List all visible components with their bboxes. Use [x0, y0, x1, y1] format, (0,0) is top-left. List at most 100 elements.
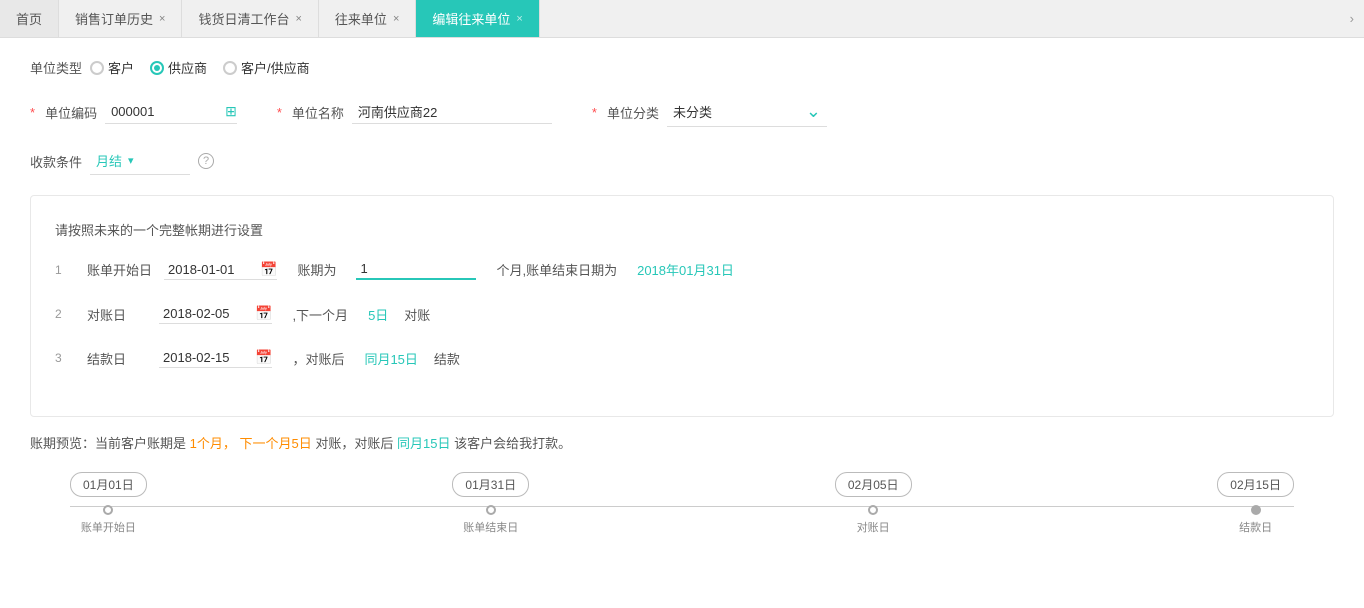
required-star-code: *	[30, 105, 35, 120]
unit-name-group: * 单位名称	[277, 100, 552, 124]
timeline-nodes: 01月01日 账单开始日 01月31日 账单结束日 02月05日 对账日 02月…	[70, 472, 1294, 535]
timeline-badge-1: 01月01日	[70, 472, 147, 497]
payment-suffix-post: 结款	[434, 349, 460, 368]
payment-date-field[interactable]	[159, 348, 249, 367]
payment-date-calendar-icon[interactable]: 📅	[255, 349, 272, 366]
unit-category-group: * 单位分类 未分类 ⌄	[592, 97, 827, 127]
preview-end: 该客户会给我打款。	[454, 436, 571, 451]
period-end-date: 2018年01月31日	[637, 260, 734, 279]
timeline-container: 01月01日 账单开始日 01月31日 账单结束日 02月05日 对账日 02月…	[30, 472, 1334, 535]
period-value-input[interactable]	[356, 259, 476, 280]
unit-type-label: 单位类型	[30, 58, 82, 77]
timeline-node-3: 02月05日 对账日	[835, 472, 912, 535]
payment-day: 同月15日	[364, 349, 417, 368]
unit-type-group: 单位类型 客户 供应商 客户/供应商	[30, 58, 310, 77]
tab-home[interactable]: 首页	[0, 0, 59, 37]
unit-type-row: 单位类型 客户 供应商 客户/供应商	[30, 58, 1334, 77]
payment-select[interactable]: 月结 ▾	[90, 147, 190, 175]
period-month-label: 个月,账单结束日期为	[496, 260, 617, 279]
row-num-1: 1	[55, 263, 75, 277]
unit-code-input-wrap: ⊞	[105, 100, 237, 124]
setting-row-1: 1 账单开始日 📅 账期为 个月,账单结束日期为 2018年01月31日	[55, 259, 1309, 280]
timeline-badge-2: 01月31日	[452, 472, 529, 497]
row-label-2: 对账日	[87, 305, 147, 324]
reconcile-suffix-pre: ,下一个月	[292, 305, 348, 324]
timeline-dot-1	[103, 505, 113, 515]
payment-dropdown-arrow: ▾	[128, 154, 134, 167]
preview-payment: 同月15日	[397, 436, 450, 451]
unit-category-dropdown[interactable]: 未分类 ⌄	[667, 97, 827, 127]
radio-both[interactable]: 客户/供应商	[223, 58, 310, 77]
timeline-node-4: 02月15日 结款日	[1217, 472, 1294, 535]
timeline-node-1: 01月01日 账单开始日	[70, 472, 147, 535]
tab-sales-history[interactable]: 销售订单历史 ×	[59, 0, 182, 37]
timeline-dot-4	[1251, 505, 1261, 515]
tab-bar: 首页 销售订单历史 × 钱货日清工作台 × 往来单位 × 编辑往来单位 × ›	[0, 0, 1364, 38]
start-date-calendar-icon[interactable]: 📅	[260, 261, 277, 278]
radio-circle-both	[223, 61, 237, 75]
reconcile-day: 5日	[368, 305, 388, 324]
radio-circle-supplier	[150, 61, 164, 75]
payment-group: 收款条件 月结 ▾ ?	[30, 147, 214, 175]
card-title: 请按照未来的一个完整帐期进行设置	[55, 220, 1309, 239]
unit-code-input[interactable]	[105, 100, 225, 123]
tab-unit-list[interactable]: 往来单位 ×	[319, 0, 416, 37]
payment-suffix-pre: ，对账后	[292, 349, 344, 368]
tab-close-sales-history[interactable]: ×	[159, 13, 165, 25]
unit-name-label: 单位名称	[292, 103, 344, 122]
period-for-label: 账期为	[297, 260, 336, 279]
unit-code-label: 单位编码	[45, 103, 97, 122]
timeline-dot-3	[868, 505, 878, 515]
payment-row: 收款条件 月结 ▾ ?	[30, 147, 1334, 175]
radio-group: 客户 供应商 客户/供应商	[90, 58, 310, 77]
category-dropdown-arrow: ⌄	[806, 101, 821, 122]
period-settings-card: 请按照未来的一个完整帐期进行设置 1 账单开始日 📅 账期为 个月,账单结束日期…	[30, 195, 1334, 417]
tab-close-unit-list[interactable]: ×	[393, 13, 399, 25]
unit-info-row: * 单位编码 ⊞ * 单位名称 * 单位分类 未分类 ⌄	[30, 97, 1334, 127]
tab-cash-work[interactable]: 钱货日清工作台 ×	[182, 0, 318, 37]
timeline-label-2: 账单结束日	[463, 519, 518, 535]
row-label-3: 结款日	[87, 349, 147, 368]
required-star-name: *	[277, 105, 282, 120]
preview-reconcile: 下一个月5日	[240, 436, 312, 451]
tab-close-cash-work[interactable]: ×	[295, 13, 301, 25]
row-num-3: 3	[55, 351, 75, 365]
reconcile-suffix-post: 对账	[404, 305, 430, 324]
tab-close-edit-unit[interactable]: ×	[516, 13, 522, 25]
payment-value: 月结	[96, 151, 122, 170]
tab-edit-unit[interactable]: 编辑往来单位 ×	[416, 0, 539, 37]
row-num-2: 2	[55, 307, 75, 321]
main-content: 单位类型 客户 供应商 客户/供应商 * 单位编码	[0, 38, 1364, 608]
row-label-1: 账单开始日	[87, 260, 152, 279]
payment-label: 收款条件	[30, 152, 82, 171]
help-icon[interactable]: ?	[198, 153, 214, 169]
reconcile-date-field[interactable]	[159, 304, 249, 323]
unit-category-value: 未分类	[673, 102, 712, 121]
preview-label: 账期预览：当前客户账期是	[30, 436, 186, 451]
setting-row-3: 3 结款日 📅 ，对账后 同月15日 结款	[55, 348, 1309, 368]
timeline-label-3: 对账日	[857, 519, 890, 535]
timeline-badge-4: 02月15日	[1217, 472, 1294, 497]
start-date-field[interactable]	[164, 260, 254, 279]
copy-icon[interactable]: ⊞	[225, 103, 237, 120]
tab-nav-right[interactable]: ›	[1340, 0, 1364, 37]
timeline-dot-2	[486, 505, 496, 515]
unit-code-group: * 单位编码 ⊞	[30, 100, 237, 124]
reconcile-date-calendar-icon[interactable]: 📅	[255, 305, 272, 322]
radio-customer[interactable]: 客户	[90, 58, 134, 77]
payment-date-input: 📅	[159, 348, 272, 368]
preview-mid: 对账，对账后	[315, 436, 393, 451]
radio-supplier[interactable]: 供应商	[150, 58, 207, 77]
unit-name-input[interactable]	[352, 100, 552, 124]
start-date-input: 📅	[164, 260, 277, 280]
unit-category-label: 单位分类	[607, 103, 659, 122]
reconcile-date-input: 📅	[159, 304, 272, 324]
radio-circle-customer	[90, 61, 104, 75]
timeline-node-2: 01月31日 账单结束日	[452, 472, 529, 535]
timeline-badge-3: 02月05日	[835, 472, 912, 497]
timeline-label-4: 结款日	[1239, 519, 1272, 535]
preview-section: 账期预览：当前客户账期是 1个月， 下一个月5日 对账，对账后 同月15日 该客…	[30, 433, 1334, 452]
required-star-category: *	[592, 105, 597, 120]
preview-period: 1个月，	[190, 436, 236, 451]
setting-row-2: 2 对账日 📅 ,下一个月 5日 对账	[55, 304, 1309, 324]
